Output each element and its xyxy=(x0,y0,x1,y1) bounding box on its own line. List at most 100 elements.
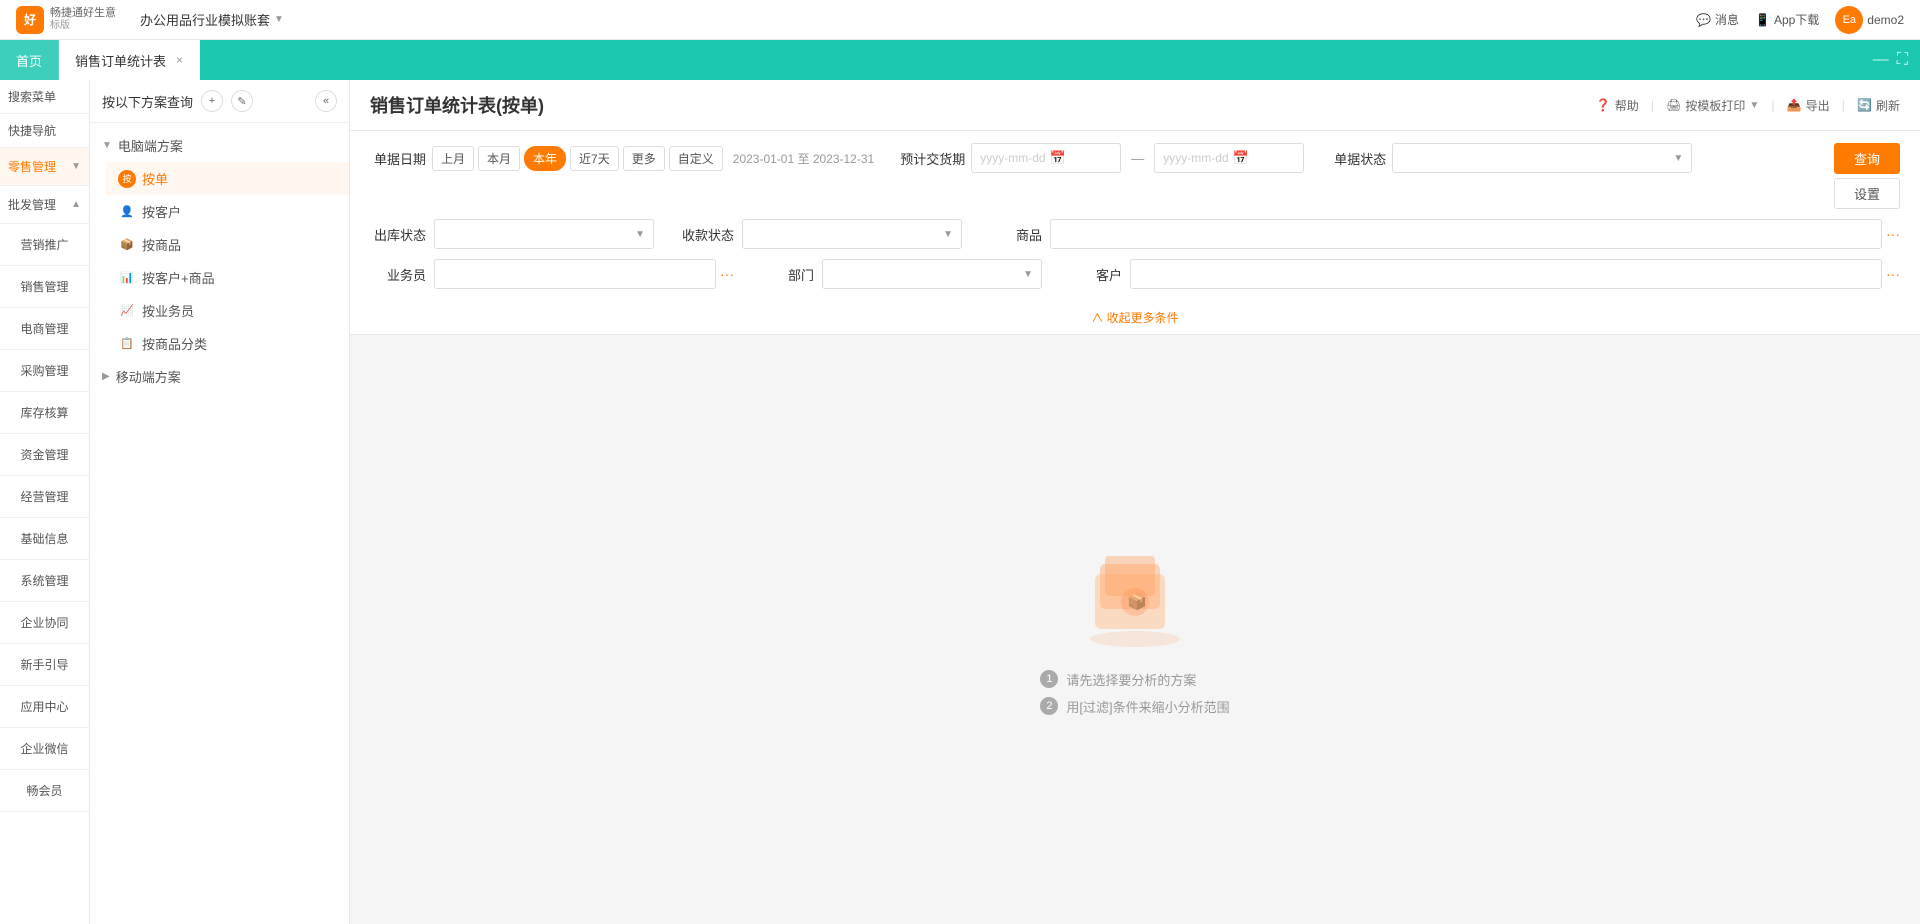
edit-scheme-button[interactable]: ✎ xyxy=(231,90,253,112)
scheme-item-by-customer[interactable]: 👤 按客户 xyxy=(106,195,349,228)
status-filter-label: 单据状态 xyxy=(1330,149,1386,168)
delivery-label: 出库状态 xyxy=(370,225,426,244)
pc-scheme-group[interactable]: ▼ 电脑端方案 xyxy=(90,129,349,162)
tab-home[interactable]: 首页 xyxy=(0,40,59,80)
top-bar: 好 畅捷通好生意 标版 办公用品行业模拟账套 ▼ 💬 消息 📱 App下载 Ea… xyxy=(0,0,1920,40)
sidebar-item-basic-info[interactable]: 基础信息 xyxy=(0,518,89,560)
tab-sales-order-stats[interactable]: 销售订单统计表 × xyxy=(59,40,200,80)
export-button[interactable]: 📤 导出 xyxy=(1787,97,1830,114)
empty-svg: 📦 xyxy=(1075,544,1195,654)
sidebar-item-ecommerce[interactable]: 电商管理 xyxy=(0,308,89,350)
scheme-label-by-category: 按商品分类 xyxy=(142,334,207,353)
print-icon: 🖨 xyxy=(1666,98,1681,112)
status-dropdown-icon: ▼ xyxy=(1673,153,1683,164)
date-btn-custom[interactable]: 自定义 xyxy=(669,146,723,171)
scheme-item-by-salesperson[interactable]: 📈 按业务员 xyxy=(106,294,349,327)
refresh-button[interactable]: 🔄 刷新 xyxy=(1857,97,1900,114)
salesperson-label: 业务员 xyxy=(370,265,426,284)
step-2-number: 2 xyxy=(1040,697,1058,715)
help-icon: ❓ xyxy=(1596,98,1611,112)
top-bar-right: 💬 消息 📱 App下载 Ea demo2 xyxy=(1696,6,1904,34)
help-button[interactable]: ❓ 帮助 xyxy=(1596,97,1639,114)
company-dropdown-icon[interactable]: ▼ xyxy=(274,14,284,25)
status-select[interactable]: ▼ xyxy=(1392,143,1692,173)
minimize-window-button[interactable]: — xyxy=(1873,51,1889,69)
scheme-item-by-order[interactable]: 按 按单 xyxy=(106,162,349,195)
message-button[interactable]: 💬 消息 xyxy=(1696,11,1739,28)
sidebar-item-marketing[interactable]: 营销推广 xyxy=(0,224,89,266)
expected-date-end[interactable]: yyyy-mm-dd 📅 xyxy=(1154,143,1304,173)
date-btn-this-year[interactable]: 本年 xyxy=(524,146,566,171)
customer-select[interactable] xyxy=(1130,259,1882,289)
sidebar-quick-nav[interactable]: 快捷导航 xyxy=(0,114,89,148)
page-header: 销售订单统计表(按单) ❓ 帮助 | 🖨 按模板打印 ▼ | 📤 导出 | xyxy=(350,80,1920,131)
scheme-item-by-customer-goods[interactable]: 📊 按客户+商品 xyxy=(106,261,349,294)
date-btn-more[interactable]: 更多 xyxy=(623,146,665,171)
export-icon: 📤 xyxy=(1787,98,1802,112)
top-bar-left: 好 畅捷通好生意 标版 办公用品行业模拟账套 ▼ xyxy=(16,6,284,34)
date-btn-this-month[interactable]: 本月 xyxy=(478,146,520,171)
date-btn-last-7-days[interactable]: 近7天 xyxy=(570,146,619,171)
settings-button[interactable]: 设置 xyxy=(1834,178,1900,209)
step-2-text: 用[过滤]条件来缩小分析范围 xyxy=(1066,697,1229,716)
add-scheme-button[interactable]: + xyxy=(201,90,223,112)
retail-arrow-icon: ▼ xyxy=(71,161,81,172)
salesperson-select[interactable] xyxy=(434,259,716,289)
query-button[interactable]: 查询 xyxy=(1834,143,1900,174)
empty-state: 📦 1 请先选择要分析的方案 2 用[过滤]条件来缩小分析范围 xyxy=(1040,544,1229,716)
date-buttons: 上月 本月 本年 近7天 更多 自定义 xyxy=(432,146,723,171)
message-icon: 💬 xyxy=(1696,13,1711,27)
filter-row-2: 出库状态 ▼ 收款状态 ▼ 商品 ··· xyxy=(370,219,1900,249)
sidebar-item-sales[interactable]: 销售管理 xyxy=(0,266,89,308)
goods-label: 商品 xyxy=(986,225,1042,244)
dept-label: 部门 xyxy=(758,265,814,284)
empty-illustration: 📦 xyxy=(1075,544,1195,654)
sidebar-item-enterprise[interactable]: 企业协同 xyxy=(0,602,89,644)
collapse-bar[interactable]: ∧ 收起更多条件 xyxy=(350,301,1920,335)
scheme-icon-by-customer-goods: 📊 xyxy=(118,269,136,287)
sidebar-item-member[interactable]: 畅会员 xyxy=(0,770,89,812)
date-btn-last-month[interactable]: 上月 xyxy=(432,146,474,171)
collapse-icon: ∧ xyxy=(1091,311,1103,325)
date-filter-label: 单据日期 xyxy=(370,149,426,168)
goods-select[interactable] xyxy=(1050,219,1882,249)
filter-content-area: 单据日期 上月 本月 本年 近7天 更多 自定义 2023-01-01 至 20… xyxy=(350,131,1920,301)
dept-select[interactable]: ▼ xyxy=(822,259,1042,289)
sidebar-item-retail[interactable]: 零售管理 ▼ xyxy=(0,148,89,186)
salesperson-more-button[interactable]: ··· xyxy=(720,266,734,282)
tab-close-button[interactable]: × xyxy=(176,53,183,67)
delivery-select[interactable]: ▼ xyxy=(434,219,654,249)
maximize-window-button[interactable]: ⛶ xyxy=(1897,51,1908,69)
company-name: 办公用品行业模拟账套 xyxy=(140,10,270,29)
sidebar-item-system[interactable]: 系统管理 xyxy=(0,560,89,602)
sidebar-item-new-guide[interactable]: 新手引导 xyxy=(0,644,89,686)
company-selector[interactable]: 办公用品行业模拟账套 ▼ xyxy=(140,10,284,29)
sidebar-item-weixin[interactable]: 企业微信 xyxy=(0,728,89,770)
collapse-panel-button[interactable]: « xyxy=(315,90,337,112)
delivery-dropdown-icon: ▼ xyxy=(635,229,645,240)
app-download-button[interactable]: 📱 App下载 xyxy=(1755,11,1819,28)
sidebar-item-inventory[interactable]: 库存核算 xyxy=(0,392,89,434)
customer-more-button[interactable]: ··· xyxy=(1886,266,1900,282)
sidebar-item-app-center[interactable]: 应用中心 xyxy=(0,686,89,728)
scheme-icon-by-salesperson: 📈 xyxy=(118,302,136,320)
scheme-item-by-category[interactable]: 📋 按商品分类 xyxy=(106,327,349,360)
empty-steps: 1 请先选择要分析的方案 2 用[过滤]条件来缩小分析范围 xyxy=(1040,670,1229,716)
print-template-button[interactable]: 🖨 按模板打印 ▼ xyxy=(1666,97,1759,114)
user-profile[interactable]: Ea demo2 xyxy=(1835,6,1904,34)
sidebar-item-finance[interactable]: 资金管理 xyxy=(0,434,89,476)
filter-row-1: 单据日期 上月 本月 本年 近7天 更多 自定义 2023-01-01 至 20… xyxy=(370,143,1900,209)
payment-select[interactable]: ▼ xyxy=(742,219,962,249)
sidebar-item-wholesale[interactable]: 批发管理 ▲ xyxy=(0,186,89,224)
sidebar-search-menu[interactable]: 搜索菜单 xyxy=(0,80,89,114)
goods-more-button[interactable]: ··· xyxy=(1886,226,1900,242)
scheme-label-by-order: 按单 xyxy=(142,169,168,188)
sidebar-item-operations[interactable]: 经营管理 xyxy=(0,476,89,518)
scheme-label-by-customer: 按客户 xyxy=(142,202,181,221)
sidebar-item-purchase[interactable]: 采购管理 xyxy=(0,350,89,392)
date-separator: — xyxy=(1131,151,1144,166)
expected-date-start[interactable]: yyyy-mm-dd 📅 xyxy=(971,143,1121,173)
scheme-icon-by-order: 按 xyxy=(118,170,136,188)
mobile-scheme-group[interactable]: ▶ 移动端方案 xyxy=(90,360,349,393)
scheme-item-by-goods[interactable]: 📦 按商品 xyxy=(106,228,349,261)
